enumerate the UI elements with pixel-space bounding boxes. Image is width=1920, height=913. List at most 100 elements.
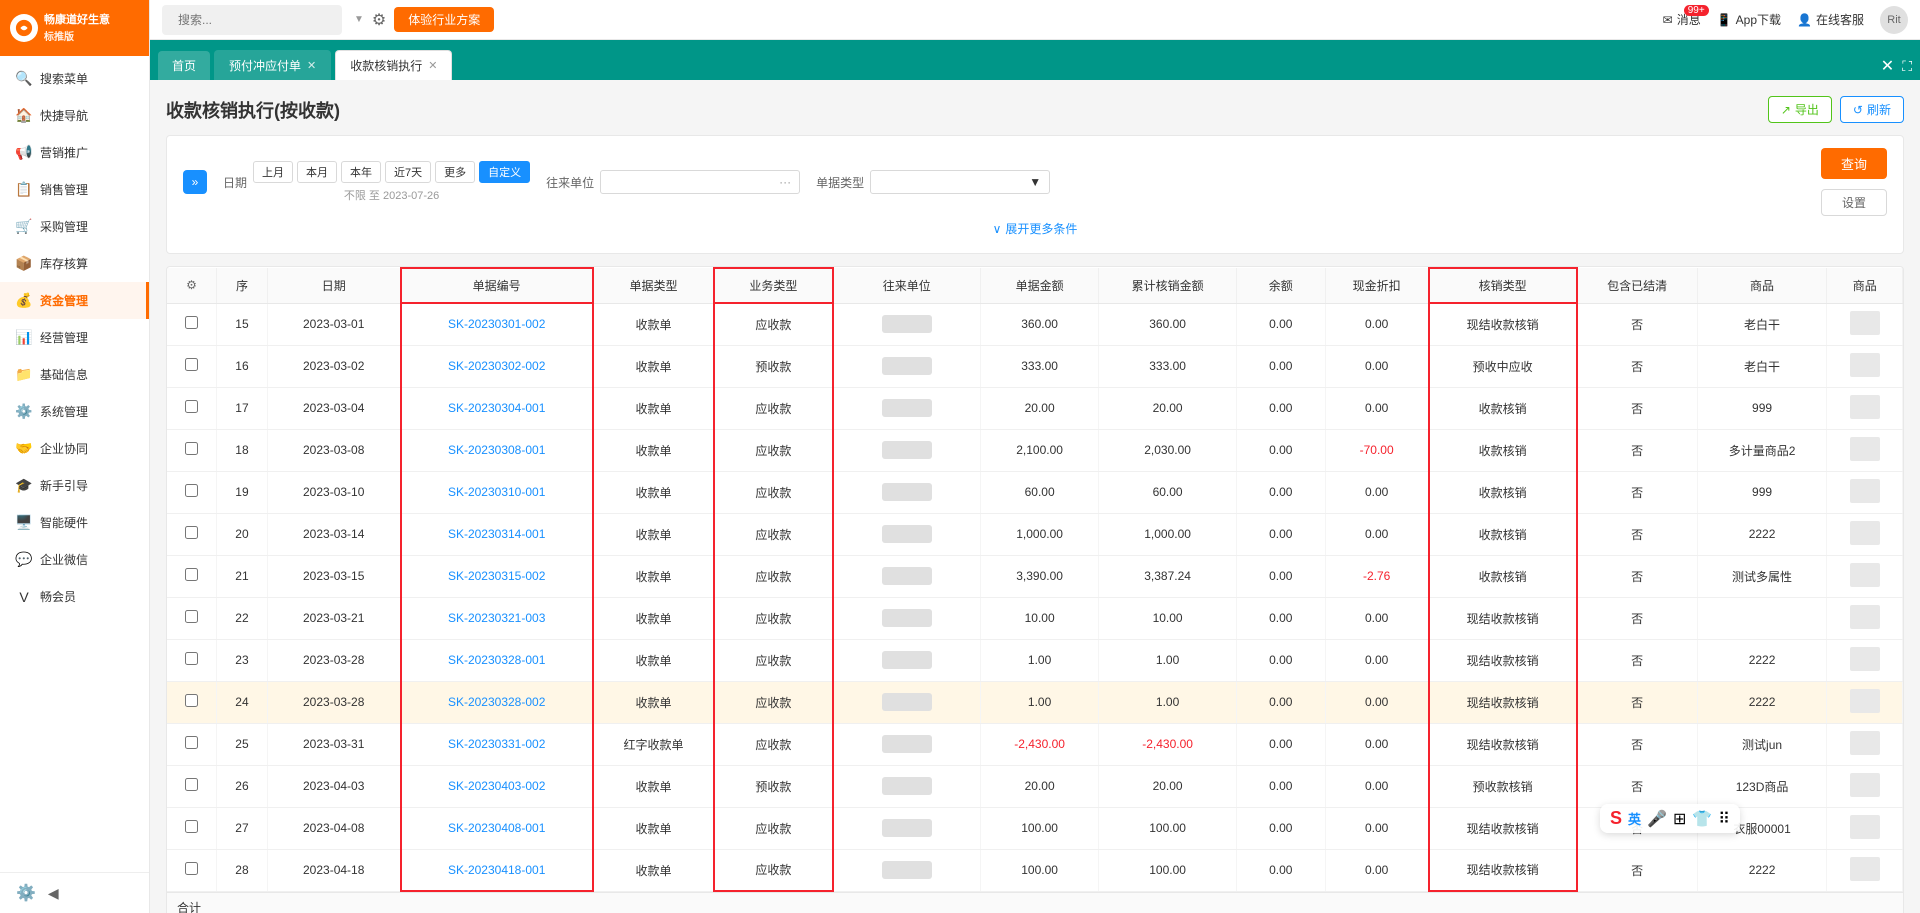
gear-icon[interactable]: ⚙ (372, 10, 386, 30)
customer-service-button[interactable]: 👤 在线客服 (1797, 11, 1864, 28)
tab-payable[interactable]: 预付冲应付单 ✕ (214, 50, 331, 80)
collapse-icon[interactable]: ◀ (48, 885, 59, 902)
row-checkbox[interactable] (185, 610, 198, 623)
docno-link[interactable]: SK-20230310-001 (448, 485, 545, 499)
sidebar-item-search[interactable]: 🔍搜索菜单 (0, 60, 149, 97)
search-dropdown-icon[interactable]: ▼ (354, 14, 364, 25)
export-button[interactable]: ↗ 导出 (1768, 96, 1832, 123)
docno-link[interactable]: SK-20230308-001 (448, 443, 545, 457)
sidebar-item-finance[interactable]: 💰资金管理 (0, 282, 149, 319)
docno-link[interactable]: SK-20230314-001 (448, 527, 545, 541)
docno-link[interactable]: SK-20230403-002 (448, 779, 545, 793)
row-checkbox[interactable] (185, 694, 198, 707)
receipt-type-select[interactable]: ▼ (870, 170, 1050, 194)
cell-checkbox[interactable] (167, 303, 217, 345)
query-button[interactable]: 查询 (1821, 148, 1887, 179)
tab-receipt-close[interactable]: ✕ (428, 59, 437, 72)
docno-link[interactable]: SK-20230328-002 (448, 695, 545, 709)
cell-checkbox[interactable] (167, 849, 217, 891)
col-settings-header[interactable]: ⚙ (167, 268, 217, 303)
col-biztype-header[interactable]: 业务类型 (714, 268, 832, 303)
cell-checkbox[interactable] (167, 387, 217, 429)
row-checkbox[interactable] (185, 484, 198, 497)
date-last-month[interactable]: 上月 (253, 161, 293, 183)
row-checkbox[interactable] (185, 652, 198, 665)
sidebar-item-inventory[interactable]: 📦库存核算 (0, 245, 149, 282)
tab-maximize-icon[interactable]: ⛶ (1902, 58, 1912, 75)
row-checkbox[interactable] (185, 526, 198, 539)
filter-settings-button[interactable]: 设置 (1821, 189, 1887, 216)
cell-checkbox[interactable] (167, 723, 217, 765)
partner-dots[interactable]: ··· (779, 175, 791, 189)
date-custom[interactable]: 自定义 (479, 161, 530, 183)
row-checkbox[interactable] (185, 862, 198, 875)
sidebar-item-member[interactable]: V畅会员 (0, 578, 149, 615)
cell-checkbox[interactable] (167, 345, 217, 387)
sidebar-item-corp[interactable]: 🤝企业协同 (0, 430, 149, 467)
docno-link[interactable]: SK-20230302-002 (448, 359, 545, 373)
cell-checkbox[interactable] (167, 639, 217, 681)
col-offsettype-header[interactable]: 核销类型 (1429, 268, 1577, 303)
row-checkbox[interactable] (185, 316, 198, 329)
cell-checkbox[interactable] (167, 471, 217, 513)
row-checkbox[interactable] (185, 358, 198, 371)
cell-checkbox[interactable] (167, 807, 217, 849)
user-avatar[interactable]: Rit (1880, 6, 1908, 34)
tab-close-window-icon[interactable]: ✕ (1881, 56, 1894, 76)
col-settled-header[interactable]: 包含已结清 (1577, 268, 1698, 303)
col-balance-header[interactable]: 余额 (1236, 268, 1325, 303)
cell-checkbox[interactable] (167, 597, 217, 639)
settings-footer-icon[interactable]: ⚙️ (16, 883, 36, 903)
expand-more-button[interactable]: ∨ 展开更多条件 (183, 216, 1887, 241)
row-checkbox[interactable] (185, 442, 198, 455)
date-this-month[interactable]: 本月 (297, 161, 337, 183)
row-checkbox[interactable] (185, 820, 198, 833)
global-search-input[interactable] (170, 9, 322, 31)
row-checkbox[interactable] (185, 736, 198, 749)
col-partner-header[interactable]: 往来单位 (833, 268, 981, 303)
col-goods2-header[interactable]: 商品 (1827, 268, 1903, 303)
docno-link[interactable]: SK-20230315-002 (448, 569, 545, 583)
sidebar-item-wechat[interactable]: 💬企业微信 (0, 541, 149, 578)
filter-toggle-button[interactable]: » (183, 170, 207, 194)
message-button[interactable]: ✉ 消息 99+ (1663, 11, 1701, 28)
col-goods1-header[interactable]: 商品 (1697, 268, 1827, 303)
col-settings-icon[interactable]: ⚙ (186, 278, 197, 292)
row-checkbox[interactable] (185, 568, 198, 581)
sidebar-item-quicknav[interactable]: 🏠快捷导航 (0, 97, 149, 134)
cell-checkbox[interactable] (167, 681, 217, 723)
docno-link[interactable]: SK-20230331-002 (448, 737, 545, 751)
solution-button[interactable]: 体验行业方案 (394, 7, 494, 32)
col-discount-header[interactable]: 现金折扣 (1325, 268, 1429, 303)
date-more[interactable]: 更多 (435, 161, 475, 183)
refresh-button[interactable]: ↺ 刷新 (1840, 96, 1904, 123)
col-docno-header[interactable]: 单据编号 (401, 268, 593, 303)
docno-link[interactable]: SK-20230328-001 (448, 653, 545, 667)
sidebar-item-operation[interactable]: 📊经营管理 (0, 319, 149, 356)
date-this-year[interactable]: 本年 (341, 161, 381, 183)
tab-payable-close[interactable]: ✕ (307, 59, 316, 72)
docno-link[interactable]: SK-20230301-002 (448, 317, 545, 331)
tab-home[interactable]: 首页 (158, 51, 210, 80)
docno-link[interactable]: SK-20230304-001 (448, 401, 545, 415)
docno-link[interactable]: SK-20230418-001 (448, 863, 545, 877)
sidebar-item-sales[interactable]: 📋销售管理 (0, 171, 149, 208)
cell-checkbox[interactable] (167, 429, 217, 471)
date-7days[interactable]: 近7天 (385, 161, 431, 183)
col-doctype-header[interactable]: 单据类型 (593, 268, 714, 303)
app-download-button[interactable]: 📱 App下载 (1717, 11, 1781, 28)
sidebar-item-basic[interactable]: 📁基础信息 (0, 356, 149, 393)
col-offset-header[interactable]: 累计核销金额 (1099, 268, 1237, 303)
sidebar-item-hardware[interactable]: 🖥️智能硬件 (0, 504, 149, 541)
col-amount-header[interactable]: 单据金额 (980, 268, 1098, 303)
row-checkbox[interactable] (185, 778, 198, 791)
sidebar-item-marketing[interactable]: 📢营销推广 (0, 134, 149, 171)
docno-link[interactable]: SK-20230321-003 (448, 611, 545, 625)
sidebar-item-guide[interactable]: 🎓新手引导 (0, 467, 149, 504)
tab-receipt-exec[interactable]: 收款核销执行 ✕ (335, 50, 452, 80)
row-checkbox[interactable] (185, 400, 198, 413)
sidebar-item-system[interactable]: ⚙️系统管理 (0, 393, 149, 430)
docno-link[interactable]: SK-20230408-001 (448, 821, 545, 835)
cell-checkbox[interactable] (167, 513, 217, 555)
cell-checkbox[interactable] (167, 555, 217, 597)
